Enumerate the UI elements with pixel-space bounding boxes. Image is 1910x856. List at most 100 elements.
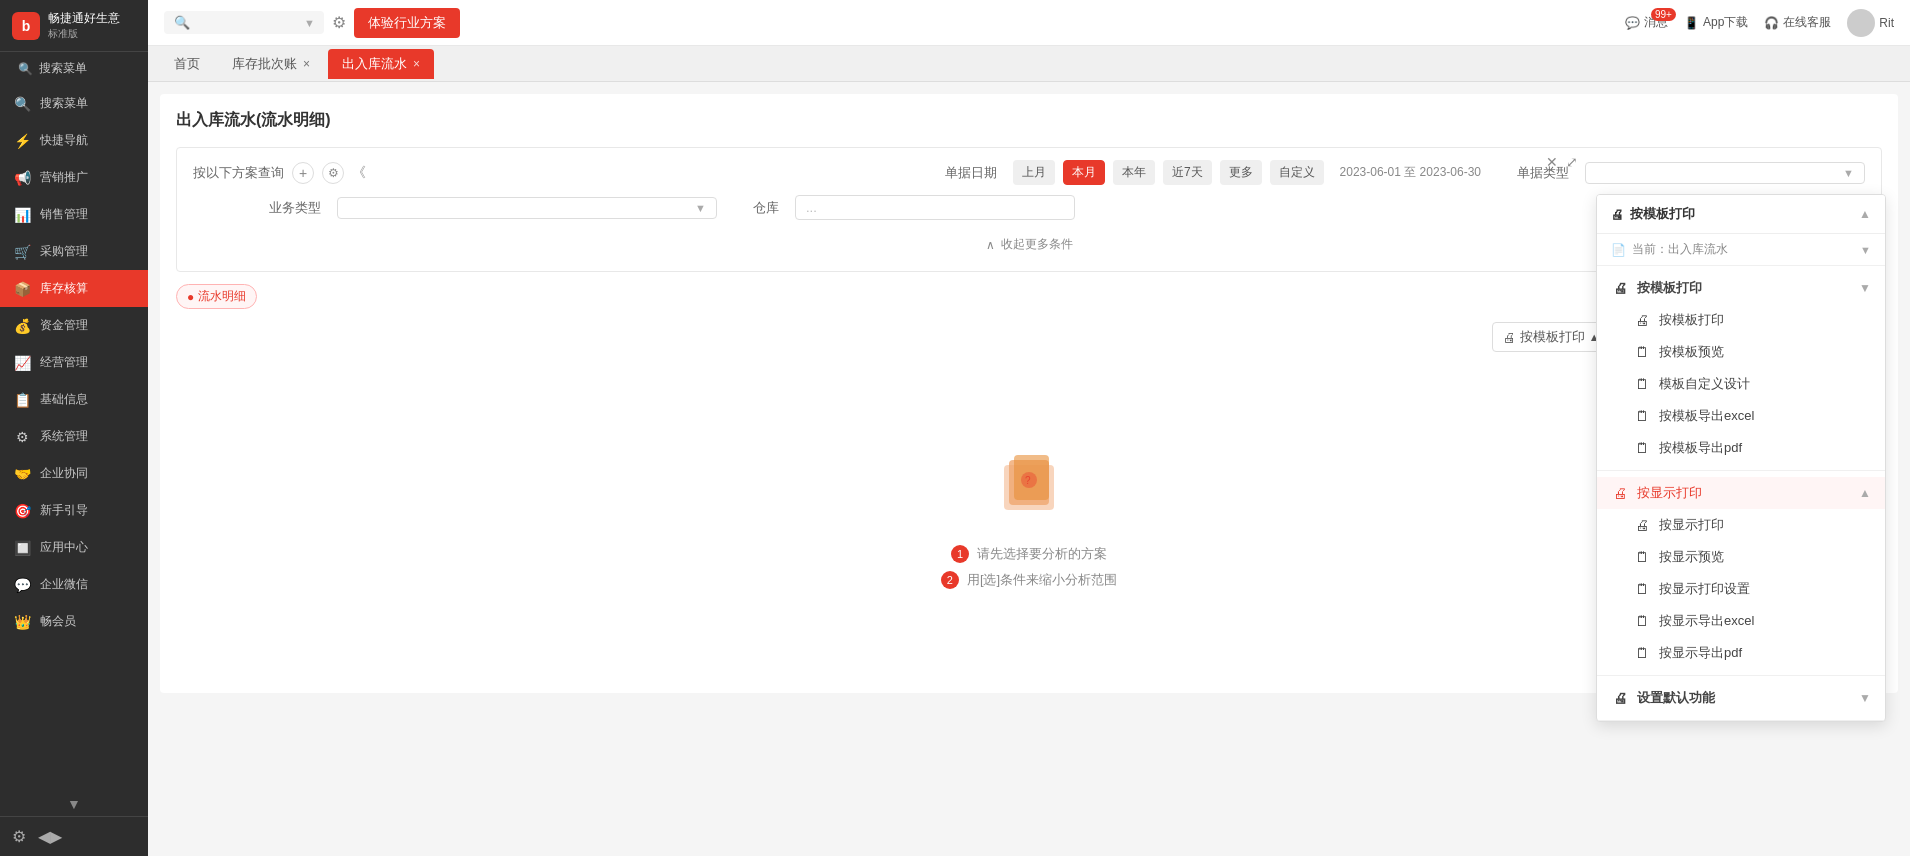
sidebar-item-sales[interactable]: 📊 销售管理 bbox=[0, 196, 148, 233]
finance-icon: 💰 bbox=[12, 318, 32, 334]
date-btn-本年[interactable]: 本年 bbox=[1113, 160, 1155, 185]
collapse-icon[interactable]: ◀▶ bbox=[38, 827, 62, 846]
date-btn-上月[interactable]: 上月 bbox=[1013, 160, 1055, 185]
panel-item-display-export-pdf[interactable]: 🗒 按显示导出pdf bbox=[1597, 637, 1885, 669]
panel-item-display-print-settings[interactable]: 🗒 按显示打印设置 bbox=[1597, 573, 1885, 605]
print-dropdown-trigger[interactable]: 🖨 按模板打印 ▲ bbox=[1492, 322, 1611, 352]
wechat-icon: 💬 bbox=[12, 577, 32, 593]
panel-item-template-export-excel[interactable]: 🗒 按模板导出excel bbox=[1597, 400, 1885, 432]
filter-collapse-button[interactable]: 《 bbox=[352, 164, 366, 182]
sidebar-item-marketing[interactable]: 📢 营销推广 bbox=[0, 159, 148, 196]
sidebar-search[interactable]: 🔍 搜索菜单 bbox=[0, 52, 148, 85]
date-btn-更多[interactable]: 更多 bbox=[1220, 160, 1262, 185]
dropdown-title: 🖨 按模板打印 bbox=[1611, 205, 1695, 223]
panel-item-display-export-excel[interactable]: 🗒 按显示导出excel bbox=[1597, 605, 1885, 637]
expand-panel-icon[interactable]: ⤢ bbox=[1566, 154, 1578, 170]
message-button[interactable]: 💬 消息 99+ bbox=[1625, 14, 1668, 31]
sidebar-item-quicknav[interactable]: ⚡ 快捷导航 bbox=[0, 122, 148, 159]
print-header-icon: 🖨 bbox=[1611, 207, 1624, 222]
date-btn-自定义[interactable]: 自定义 bbox=[1270, 160, 1324, 185]
sidebar-nav: 🔍 搜索菜单 ⚡ 快捷导航 📢 营销推广 📊 销售管理 🛒 采购管理 📦 库存核… bbox=[0, 85, 148, 792]
sidebar-item-wechat[interactable]: 💬 企业微信 bbox=[0, 566, 148, 603]
tab-label-batch: 库存批次账 bbox=[232, 55, 297, 73]
enterprise-icon: 🤝 bbox=[12, 466, 32, 482]
template-export-excel-icon: 🗒 bbox=[1633, 408, 1651, 424]
template-export-pdf-icon: 🗒 bbox=[1633, 440, 1651, 456]
sidebar-item-basicinfo[interactable]: 📋 基础信息 bbox=[0, 381, 148, 418]
topbar-search-input[interactable] bbox=[194, 16, 304, 30]
quicknav-icon: ⚡ bbox=[12, 133, 32, 149]
date-btn-本月[interactable]: 本月 bbox=[1063, 160, 1105, 185]
tab-flowrecord[interactable]: 出入库流水× bbox=[328, 49, 434, 79]
svg-text:?: ? bbox=[1025, 475, 1031, 486]
business-type-select[interactable]: ▼ bbox=[337, 197, 717, 219]
panel-item-display-preview[interactable]: 🗒 按显示预览 bbox=[1597, 541, 1885, 573]
section-item-default-settings[interactable]: 🖨 设置默认功能 ▼ bbox=[1597, 682, 1885, 714]
dropdown-panel-header: 🖨 按模板打印 ▲ bbox=[1597, 195, 1885, 234]
sales-icon: 📊 bbox=[12, 207, 32, 223]
tab-close-flowrecord[interactable]: × bbox=[413, 57, 420, 71]
section-display-print-group: 🖨 按显示打印 ▲ 🖨 按显示打印 🗒 按显示预览 🗒 按显示打印设置 🗒 按显… bbox=[1597, 471, 1885, 676]
type-select[interactable]: ▼ bbox=[1585, 162, 1865, 184]
section-item-template-print-group[interactable]: 🖨 按模板打印 ▼ bbox=[1597, 272, 1885, 304]
marketing-icon: 📢 bbox=[12, 170, 32, 186]
topbar-search-box[interactable]: 🔍 ▼ bbox=[164, 11, 324, 34]
panel-item-template-preview[interactable]: 🗒 按模板预览 bbox=[1597, 336, 1885, 368]
filter-add-button[interactable]: + bbox=[292, 162, 314, 184]
appcenter-icon: 🔲 bbox=[12, 540, 32, 556]
page-container: 出入库流水(流水明细) 按以下方案查询 + ⚙ 《 单据日期 上 bbox=[160, 94, 1898, 693]
tab-home[interactable]: 首页 bbox=[160, 49, 214, 79]
tag-icon: ● bbox=[187, 290, 194, 304]
industry-solution-button[interactable]: 体验行业方案 bbox=[354, 8, 460, 38]
panel-collapse-arrow[interactable]: ▲ bbox=[1859, 207, 1871, 221]
sidebar-item-inventory[interactable]: 📦 库存核算 bbox=[0, 270, 148, 307]
sidebar-item-search[interactable]: 🔍 搜索菜单 bbox=[0, 85, 148, 122]
panel-item-template-export-pdf[interactable]: 🗒 按模板导出pdf bbox=[1597, 432, 1885, 464]
sidebar-item-vip[interactable]: 👑 畅会员 bbox=[0, 603, 148, 640]
date-range-display: 2023-06-01 至 2023-06-30 bbox=[1340, 164, 1481, 181]
app-logo: b 畅捷通好生意 标准版 bbox=[0, 0, 148, 52]
tag-item[interactable]: ● 流水明细 bbox=[176, 284, 257, 309]
section-default-settings: 🖨 设置默认功能 ▼ bbox=[1597, 676, 1885, 721]
current-arrow: ▼ bbox=[1860, 244, 1871, 256]
scroll-down-button[interactable]: ▼ bbox=[67, 796, 81, 812]
section-header-display-print-group[interactable]: 🖨 按显示打印 ▲ bbox=[1597, 477, 1885, 509]
sidebar-item-operations[interactable]: 📈 经营管理 bbox=[0, 344, 148, 381]
app-icon: 📱 bbox=[1684, 16, 1699, 30]
filter-row-1: 按以下方案查询 + ⚙ 《 单据日期 上月本月本年近7天更多自定义 2023-0… bbox=[193, 160, 1865, 185]
sidebar-item-purchase[interactable]: 🛒 采购管理 bbox=[0, 233, 148, 270]
tab-batch[interactable]: 库存批次账 × bbox=[218, 49, 324, 79]
customer-service-button[interactable]: 🎧 在线客服 bbox=[1764, 14, 1831, 31]
panel-item-display-print[interactable]: 🖨 按显示打印 bbox=[1597, 509, 1885, 541]
display-export-excel-icon: 🗒 bbox=[1633, 613, 1651, 629]
sidebar-item-finance[interactable]: 💰 资金管理 bbox=[0, 307, 148, 344]
sidebar-item-guide[interactable]: 🎯 新手引导 bbox=[0, 492, 148, 529]
date-btn-近7天[interactable]: 近7天 bbox=[1163, 160, 1212, 185]
topbar-left: 🔍 ▼ ⚙ 体验行业方案 bbox=[164, 8, 1625, 38]
filter-settings-button[interactable]: ⚙ bbox=[322, 162, 344, 184]
panel-item-template-print[interactable]: 🖨 按模板打印 bbox=[1597, 304, 1885, 336]
sidebar-item-appcenter[interactable]: 🔲 应用中心 bbox=[0, 529, 148, 566]
panel-window-controls: ✕ ⤢ bbox=[1546, 154, 1578, 170]
date-label: 单据日期 bbox=[945, 164, 997, 182]
display-export-pdf-icon: 🗒 bbox=[1633, 645, 1651, 661]
sidebar-scroll-down[interactable]: ▼ bbox=[0, 792, 148, 816]
template-preview-icon: 🗒 bbox=[1633, 344, 1651, 360]
close-panel-icon[interactable]: ✕ bbox=[1546, 154, 1558, 170]
app-download-button[interactable]: 📱 App下载 bbox=[1684, 14, 1748, 31]
chevron-up-icon: ∧ bbox=[986, 238, 995, 252]
sidebar-item-system[interactable]: ⚙ 系统管理 bbox=[0, 418, 148, 455]
print-dropdown-panel: 🖨 按模板打印 ▲ 📄 当前：出入库流水 ▼ 🖨 按模板打印 ▼ 🖨 按模板打印… bbox=[1596, 194, 1886, 722]
gear-icon[interactable]: ⚙ bbox=[332, 13, 346, 32]
business-type-label: 业务类型 bbox=[269, 199, 321, 217]
date-filter-group: 上月本月本年近7天更多自定义 bbox=[1013, 160, 1324, 185]
user-avatar[interactable]: Rit bbox=[1847, 9, 1894, 37]
settings-icon[interactable]: ⚙ bbox=[12, 827, 26, 846]
tab-close-batch[interactable]: × bbox=[303, 57, 310, 71]
sidebar-item-enterprise[interactable]: 🤝 企业协同 bbox=[0, 455, 148, 492]
search-icon: 🔍 bbox=[12, 96, 32, 112]
chevron-down-icon: ▼ bbox=[695, 202, 706, 214]
panel-item-template-customize[interactable]: 🗒 模板自定义设计 bbox=[1597, 368, 1885, 400]
warehouse-select[interactable]: ... bbox=[795, 195, 1075, 220]
inventory-icon: 📦 bbox=[12, 281, 32, 297]
